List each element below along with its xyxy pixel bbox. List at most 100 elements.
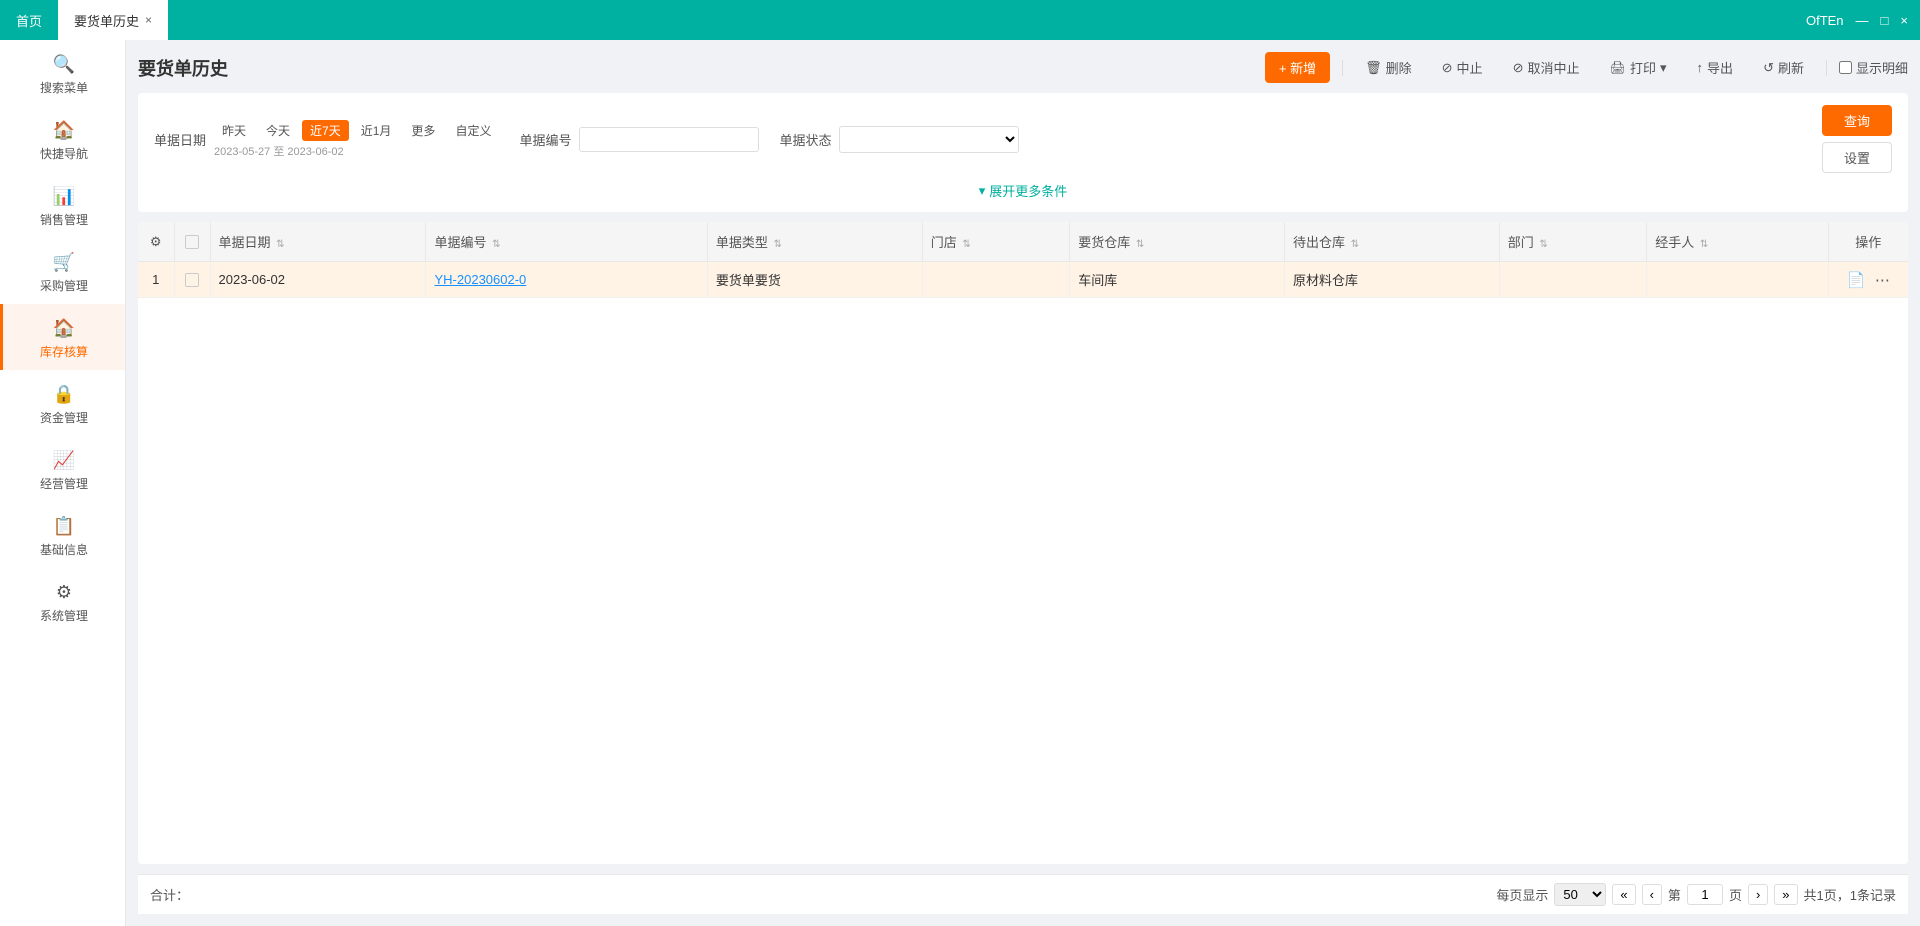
search-menu-icon: 🔍 (53, 54, 75, 75)
tab-home-label: 首页 (16, 11, 42, 30)
sidebar-item-inventory[interactable]: 🏠 库存核算 (0, 304, 125, 370)
finance-mgmt-icon: 🔒 (53, 384, 75, 405)
display-toggle[interactable]: 显示明细 (1839, 58, 1908, 77)
th-date-sort-icon: ⇅ (276, 239, 284, 250)
query-button[interactable]: 查询 (1822, 105, 1892, 136)
last-page-button[interactable]: » (1774, 884, 1797, 905)
row-out-warehouse: 原材料仓库 (1293, 273, 1358, 288)
date-chip-7days[interactable]: 近7天 (302, 120, 349, 141)
page-input[interactable] (1687, 884, 1723, 905)
tab-bar: 首页 要货单历史 × (0, 0, 168, 40)
window-minimize-icon[interactable]: — (1856, 13, 1869, 28)
header-checkbox[interactable] (185, 235, 199, 249)
sidebar-label-operations-mgmt: 经营管理 (40, 475, 88, 492)
sidebar-item-purchase-mgmt[interactable]: 🛒 采购管理 (0, 238, 125, 304)
th-req-warehouse[interactable]: 要货仓库 ⇅ (1070, 222, 1285, 262)
pagination: 每页显示 50 100 « ‹ 第 页 › » 共1页，1条记录 (1496, 883, 1896, 906)
refresh-button[interactable]: ↺ 刷新 (1753, 53, 1814, 82)
top-bar: 首页 要货单历史 × OfTEn — □ × (0, 0, 1920, 40)
th-store[interactable]: 门店 ⇅ (922, 222, 1070, 262)
td-actions: 📄 ⋯ (1828, 262, 1908, 298)
sidebar-label-sales-mgmt: 销售管理 (40, 211, 88, 228)
window-maximize-icon[interactable]: □ (1881, 13, 1889, 28)
row-view-icon[interactable]: 📄 (1847, 272, 1866, 289)
print-button[interactable]: 🖨 打印 ▾ (1599, 53, 1676, 82)
first-page-button[interactable]: « (1612, 884, 1635, 905)
expand-more[interactable]: ▾ 展开更多条件 (154, 181, 1892, 200)
tab-close-icon[interactable]: × (145, 13, 152, 27)
td-number: YH-20230602-0 (426, 262, 707, 298)
sidebar-label-search-menu: 搜索菜单 (40, 79, 88, 96)
sidebar-item-system-mgmt[interactable]: ⚙ 系统管理 (0, 568, 125, 634)
total-info: 共1页，1条记录 (1804, 885, 1896, 904)
often-label[interactable]: OfTEn (1806, 13, 1844, 28)
stop-label: 中止 (1457, 58, 1483, 77)
sidebar-item-search-menu[interactable]: 🔍 搜索菜单 (0, 40, 125, 106)
sidebar-item-basic-info[interactable]: 📋 基础信息 (0, 502, 125, 568)
th-date[interactable]: 单据日期 ⇅ (210, 222, 426, 262)
date-chip-1month[interactable]: 近1月 (353, 120, 400, 141)
table-container: ⚙ 单据日期 ⇅ 单据编号 ⇅ 单据类型 (138, 222, 1908, 864)
date-chip-yesterday[interactable]: 昨天 (214, 120, 254, 141)
th-number-sort-icon: ⇅ (492, 239, 500, 250)
footer-summary: 合计： (150, 885, 189, 904)
filter-status-select[interactable] (839, 126, 1019, 153)
td-req-warehouse: 车间库 (1070, 262, 1285, 298)
filter-date-group: 昨天 今天 近7天 近1月 更多 自定义 2023-05-27 至 2023-0… (214, 120, 499, 159)
sidebar-item-quick-nav[interactable]: 🏠 快捷导航 (0, 106, 125, 172)
window-close-icon[interactable]: × (1900, 13, 1908, 28)
delete-label: 删除 (1386, 58, 1412, 77)
sidebar-item-operations-mgmt[interactable]: 📈 经营管理 (0, 436, 125, 502)
row-checkbox[interactable] (185, 273, 199, 287)
th-store-sort-icon: ⇅ (962, 239, 970, 250)
th-handler-sort-icon: ⇅ (1700, 239, 1708, 250)
cancel-stop-button[interactable]: ⊘ 取消中止 (1503, 53, 1590, 82)
toolbar: + 新增 🗑 删除 ⊘ 中止 ⊘ 取消中止 🖨 打印 ▾ (1265, 52, 1908, 83)
next-page-button[interactable]: › (1748, 884, 1768, 905)
export-button[interactable]: ↑ 导出 (1687, 53, 1744, 82)
add-button[interactable]: + 新增 (1265, 52, 1330, 83)
date-chip-custom[interactable]: 自定义 (447, 120, 499, 141)
table-row: 1 2023-06-02 YH-20230602-0 要货单要货 (138, 262, 1908, 298)
th-settings[interactable]: ⚙ (138, 222, 174, 262)
stop-button[interactable]: ⊘ 中止 (1432, 53, 1493, 82)
export-icon: ↑ (1697, 60, 1704, 75)
data-table: ⚙ 单据日期 ⇅ 单据编号 ⇅ 单据类型 (138, 222, 1908, 298)
th-handler[interactable]: 经手人 ⇅ (1647, 222, 1828, 262)
th-number[interactable]: 单据编号 ⇅ (426, 222, 707, 262)
th-out-warehouse[interactable]: 待出仓库 ⇅ (1284, 222, 1499, 262)
refresh-icon: ↺ (1763, 60, 1774, 76)
tab-home[interactable]: 首页 (0, 0, 58, 40)
date-chip-more[interactable]: 更多 (403, 120, 443, 141)
th-out-warehouse-label: 待出仓库 (1293, 235, 1345, 250)
stop-icon: ⊘ (1442, 60, 1453, 76)
row-date: 2023-06-02 (219, 272, 286, 287)
delete-button[interactable]: 🗑 删除 (1355, 53, 1422, 82)
tab-requisition-history[interactable]: 要货单历史 × (58, 0, 168, 40)
delete-icon: 🗑 (1365, 60, 1382, 76)
per-page-select[interactable]: 50 100 (1554, 883, 1606, 906)
th-type-sort-icon: ⇅ (774, 239, 782, 250)
th-department[interactable]: 部门 ⇅ (1499, 222, 1647, 262)
display-toggle-checkbox[interactable] (1839, 61, 1852, 74)
row-more-icon[interactable]: ⋯ (1875, 272, 1890, 289)
sidebar-item-finance-mgmt[interactable]: 🔒 资金管理 (0, 370, 125, 436)
export-label: 导出 (1707, 58, 1733, 77)
filter-row-1: 单据日期 昨天 今天 近7天 近1月 更多 自定义 2023-05-27 至 2… (154, 105, 1892, 173)
filter-status-label: 单据状态 (779, 130, 831, 149)
th-actions: 操作 (1828, 222, 1908, 262)
sidebar-label-purchase-mgmt: 采购管理 (40, 277, 88, 294)
th-req-warehouse-sort-icon: ⇅ (1136, 239, 1144, 250)
prev-page-button[interactable]: ‹ (1642, 884, 1662, 905)
expand-label: 展开更多条件 (989, 181, 1067, 200)
page-suffix: 页 (1729, 885, 1742, 904)
row-number-link[interactable]: YH-20230602-0 (434, 272, 526, 287)
th-type[interactable]: 单据类型 ⇅ (707, 222, 922, 262)
filter-docnum-input[interactable] (579, 127, 759, 152)
sidebar-item-sales-mgmt[interactable]: 📊 销售管理 (0, 172, 125, 238)
sidebar: 🔍 搜索菜单 🏠 快捷导航 📊 销售管理 🛒 采购管理 🏠 库存核算 🔒 资金管… (0, 40, 126, 926)
sidebar-label-finance-mgmt: 资金管理 (40, 409, 88, 426)
settings-button[interactable]: 设置 (1822, 142, 1892, 173)
date-chip-today[interactable]: 今天 (258, 120, 298, 141)
page-label: 第 (1668, 885, 1681, 904)
